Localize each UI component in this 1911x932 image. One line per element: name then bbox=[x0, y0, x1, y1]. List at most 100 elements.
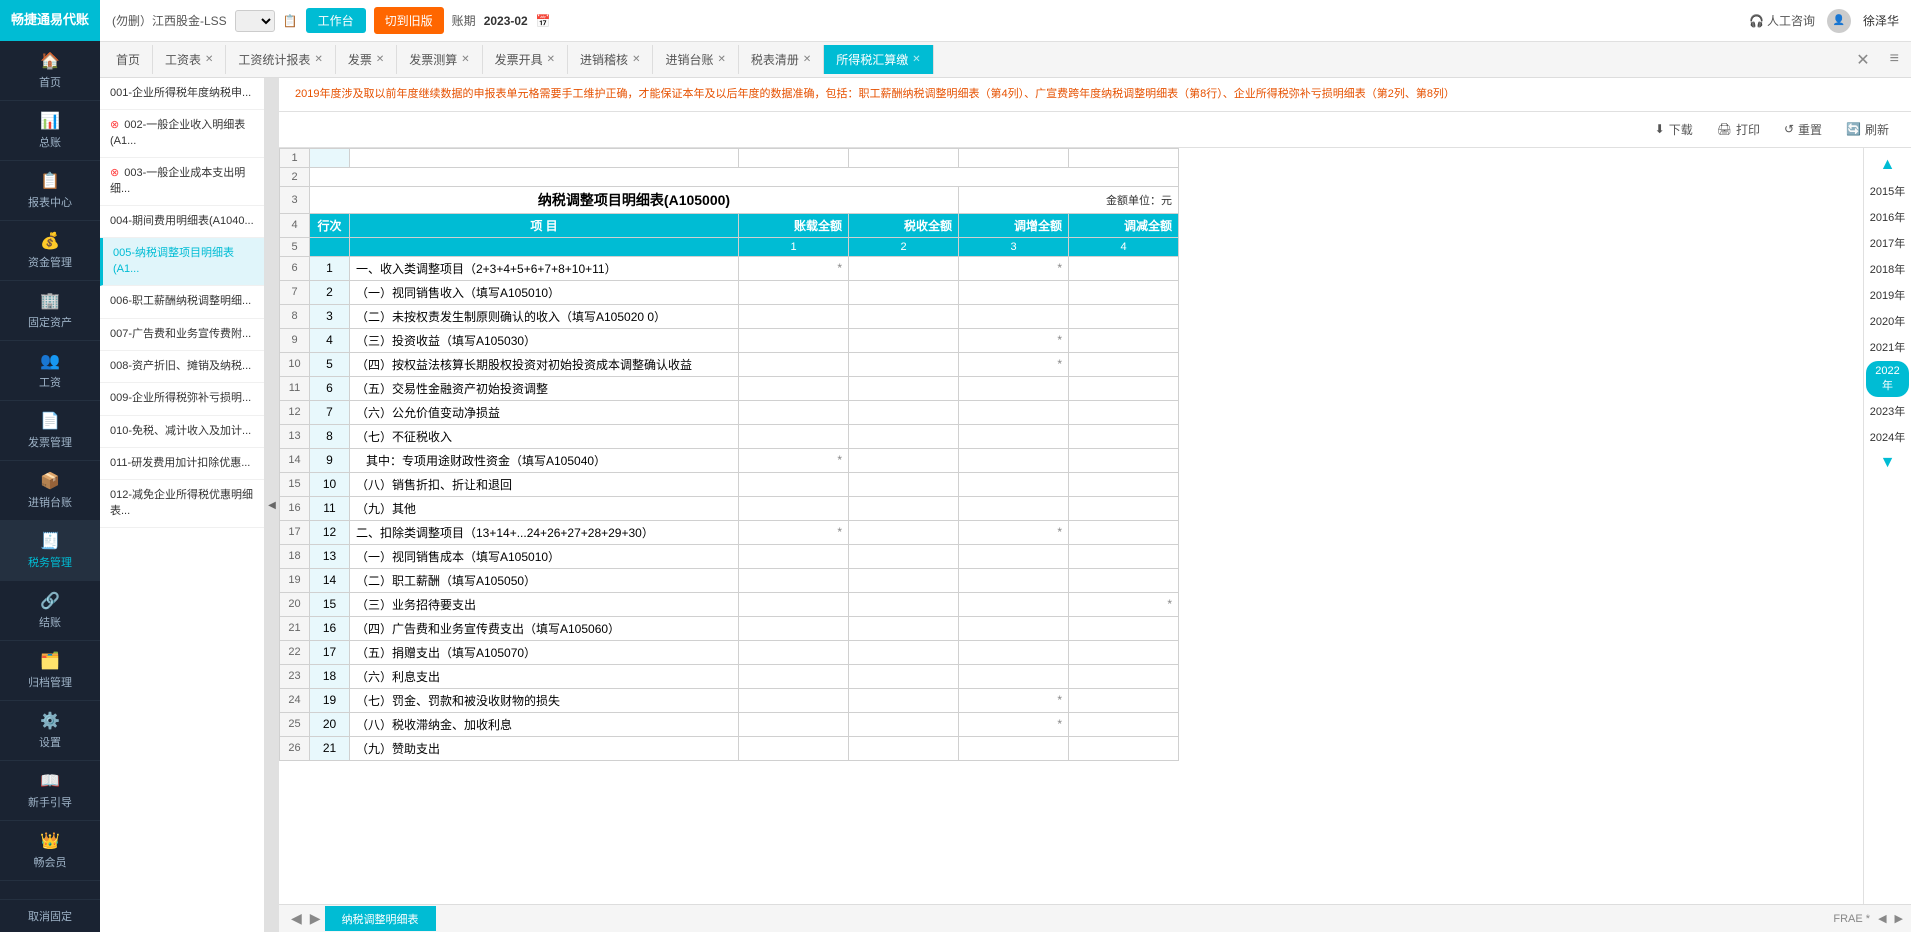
table-row: 7 2 （一）视同销售收入（填写A105010） bbox=[280, 280, 1179, 304]
left-panel-item-005[interactable]: 005-纳税调整项目明细表(A1... bbox=[100, 238, 264, 286]
table-row: 25 20 （八）税收滞纳金、加收利息 * bbox=[280, 712, 1179, 736]
left-panel-item-006[interactable]: 006-职工薪酬纳税调整明细... bbox=[100, 286, 264, 318]
bottom-tab-main[interactable]: 纳税调整明细表 bbox=[325, 906, 436, 931]
year-2022[interactable]: 2022年 bbox=[1866, 361, 1909, 397]
tab-invoice-open-close[interactable]: ✕ bbox=[547, 54, 555, 65]
download-button[interactable]: ⬇ 下载 bbox=[1649, 118, 1699, 141]
close-books-icon: 🔗 bbox=[40, 591, 60, 611]
sidebar-item-finance[interactable]: 💰 资金管理 bbox=[0, 221, 100, 281]
left-item-006-label: 006-职工薪酬纳税调整明细... bbox=[110, 295, 251, 307]
tab-income-tax[interactable]: 所得税汇算缴 ✕ bbox=[824, 45, 933, 74]
archive-icon: 🗂️ bbox=[40, 651, 60, 671]
scroll-right-btn[interactable]: ▶ bbox=[1895, 912, 1903, 925]
tab-tax-forms-close[interactable]: ✕ bbox=[803, 54, 811, 65]
tab-payroll-close[interactable]: ✕ bbox=[205, 54, 213, 65]
sidebar-item-close[interactable]: 🔗 结账 bbox=[0, 581, 100, 641]
sidebar-item-payroll[interactable]: 👥 工资 bbox=[0, 341, 100, 401]
tab-invoice-close[interactable]: ✕ bbox=[376, 54, 384, 65]
refresh-button[interactable]: 🔄 刷新 bbox=[1840, 118, 1895, 141]
tab-home[interactable]: 首页 bbox=[104, 45, 153, 74]
left-panel-item-010[interactable]: 010-免税、减计收入及加计... bbox=[100, 416, 264, 448]
scroll-left-btn[interactable]: ◀ bbox=[1878, 912, 1886, 925]
tab-invoice-calc[interactable]: 发票测算 ✕ bbox=[397, 45, 482, 74]
table-row: 15 10 （八）销售折扣、折让和退回 bbox=[280, 472, 1179, 496]
reports-icon: 📋 bbox=[40, 171, 60, 191]
year-2017[interactable]: 2017年 bbox=[1868, 231, 1907, 255]
invoice-icon: 📄 bbox=[40, 411, 60, 431]
left-panel-item-003[interactable]: ⊗ 003-一般企业成本支出明细... bbox=[100, 158, 264, 206]
unit-label: 金额单位：元 bbox=[959, 186, 1179, 213]
sidebar-item-settings[interactable]: ⚙️ 设置 bbox=[0, 701, 100, 761]
tab-payroll-label: 工资表 bbox=[165, 51, 201, 68]
user-avatar: 👤 bbox=[1827, 9, 1851, 33]
tab-payroll-stats-close[interactable]: ✕ bbox=[314, 54, 322, 65]
calendar-icon[interactable]: 📅 bbox=[536, 14, 551, 28]
year-up-button[interactable]: ▲ bbox=[1876, 152, 1900, 178]
tab-tax-forms[interactable]: 税表清册 ✕ bbox=[739, 45, 824, 74]
year-2024[interactable]: 2024年 bbox=[1868, 425, 1907, 449]
left-panel-item-008[interactable]: 008-资产折旧、摊销及纳税... bbox=[100, 351, 264, 383]
sidebar-item-reports[interactable]: 📋 报表中心 bbox=[0, 161, 100, 221]
tab-sales-ledger-close[interactable]: ✕ bbox=[717, 54, 725, 65]
year-2019[interactable]: 2019年 bbox=[1868, 283, 1907, 307]
tab-income-tax-close[interactable]: ✕ bbox=[912, 54, 920, 65]
sidebar-item-ledger[interactable]: 📊 总账 bbox=[0, 101, 100, 161]
tab-sales-ledger[interactable]: 进销台账 ✕ bbox=[653, 45, 738, 74]
service-button[interactable]: 🎧 人工咨询 bbox=[1749, 12, 1815, 29]
tab-close-all[interactable]: ✕ bbox=[1848, 50, 1877, 70]
tab-menu[interactable]: ≡ bbox=[1882, 50, 1907, 70]
bottom-nav-right[interactable]: ▶ bbox=[306, 910, 325, 927]
tab-invoice-calc-close[interactable]: ✕ bbox=[461, 54, 469, 65]
tab-invoice-open[interactable]: 发票开具 ✕ bbox=[483, 45, 568, 74]
cell-c3 bbox=[959, 148, 1069, 167]
reset-button[interactable]: ↺ 重置 bbox=[1778, 118, 1828, 141]
sidebar-item-guide[interactable]: 📖 新手引导 bbox=[0, 761, 100, 821]
year-down-button[interactable]: ▼ bbox=[1876, 450, 1900, 476]
table-row: 10 5 （四）按权益法核算长期股权投资对初始投资成本调整确认收益 * bbox=[280, 352, 1179, 376]
tab-payroll-stats[interactable]: 工资统计报表 ✕ bbox=[226, 45, 335, 74]
company-select[interactable] bbox=[235, 10, 275, 32]
collapse-button[interactable]: ◀ bbox=[265, 78, 279, 932]
print-button[interactable]: 🖨 打印 bbox=[1711, 118, 1766, 141]
tab-home-label: 首页 bbox=[116, 51, 140, 68]
tab-sales-check-close[interactable]: ✕ bbox=[632, 54, 640, 65]
sidebar-footer-unpin[interactable]: 取消固定 bbox=[0, 899, 100, 932]
bottom-nav-left[interactable]: ◀ bbox=[287, 910, 306, 927]
sidebar-item-invoice[interactable]: 📄 发票管理 bbox=[0, 401, 100, 461]
left-panel-item-009[interactable]: 009-企业所得税弥补亏损明... bbox=[100, 383, 264, 415]
left-panel-item-007[interactable]: 007-广告费和业务宣传费附... bbox=[100, 319, 264, 351]
table-row: 3 纳税调整项目明细表(A105000) 金额单位：元 bbox=[280, 186, 1179, 213]
year-2015[interactable]: 2015年 bbox=[1868, 179, 1907, 203]
sidebar-item-home[interactable]: 🏠 首页 bbox=[0, 41, 100, 101]
left-panel-item-002[interactable]: ⊗ 002-一般企业收入明细表(A1... bbox=[100, 110, 264, 158]
left-panel-item-004[interactable]: 004-期间费用明细表(A1040... bbox=[100, 206, 264, 238]
left-panel-item-001[interactable]: 001-企业所得税年度纳税申... bbox=[100, 78, 264, 110]
year-2021[interactable]: 2021年 bbox=[1868, 335, 1907, 359]
year-2020[interactable]: 2020年 bbox=[1868, 309, 1907, 333]
sidebar-label-ledger: 总账 bbox=[39, 134, 61, 150]
tab-payroll[interactable]: 工资表 ✕ bbox=[153, 45, 226, 74]
sales-icon: 📦 bbox=[40, 471, 60, 491]
sidebar-item-sales[interactable]: 📦 进销台账 bbox=[0, 461, 100, 521]
sidebar-item-tax[interactable]: 🧾 税务管理 bbox=[0, 521, 100, 581]
year-2023[interactable]: 2023年 bbox=[1868, 399, 1907, 423]
sidebar-item-assets[interactable]: 🏢 固定资产 bbox=[0, 281, 100, 341]
user-name[interactable]: 徐泽华 bbox=[1863, 12, 1899, 29]
old-version-button[interactable]: 切到旧版 bbox=[374, 7, 444, 34]
workbench-button[interactable]: 工作台 bbox=[306, 8, 366, 33]
year-2018[interactable]: 2018年 bbox=[1868, 257, 1907, 281]
table-container[interactable]: 1 2 bbox=[279, 148, 1863, 905]
left-panel-item-012[interactable]: 012-减免企业所得税优惠明细表... bbox=[100, 480, 264, 528]
sidebar-item-archive[interactable]: 🗂️ 归档管理 bbox=[0, 641, 100, 701]
headset-icon: 🎧 bbox=[1749, 14, 1764, 28]
tab-sales-check[interactable]: 进销稽核 ✕ bbox=[568, 45, 653, 74]
table-row: 9 4 （三）投资收益（填写A105030） * bbox=[280, 328, 1179, 352]
cell-c4 bbox=[1069, 148, 1179, 167]
left-panel-item-011[interactable]: 011-研发费用加计扣除优惠... bbox=[100, 448, 264, 480]
tab-invoice[interactable]: 发票 ✕ bbox=[336, 45, 397, 74]
left-item-010-label: 010-免税、减计收入及加计... bbox=[110, 425, 251, 437]
year-2016[interactable]: 2016年 bbox=[1868, 205, 1907, 229]
sidebar-item-member[interactable]: 👑 畅会员 bbox=[0, 821, 100, 881]
table-row: 26 21 （九）赞助支出 bbox=[280, 736, 1179, 760]
ledger-icon: 📊 bbox=[40, 111, 60, 131]
